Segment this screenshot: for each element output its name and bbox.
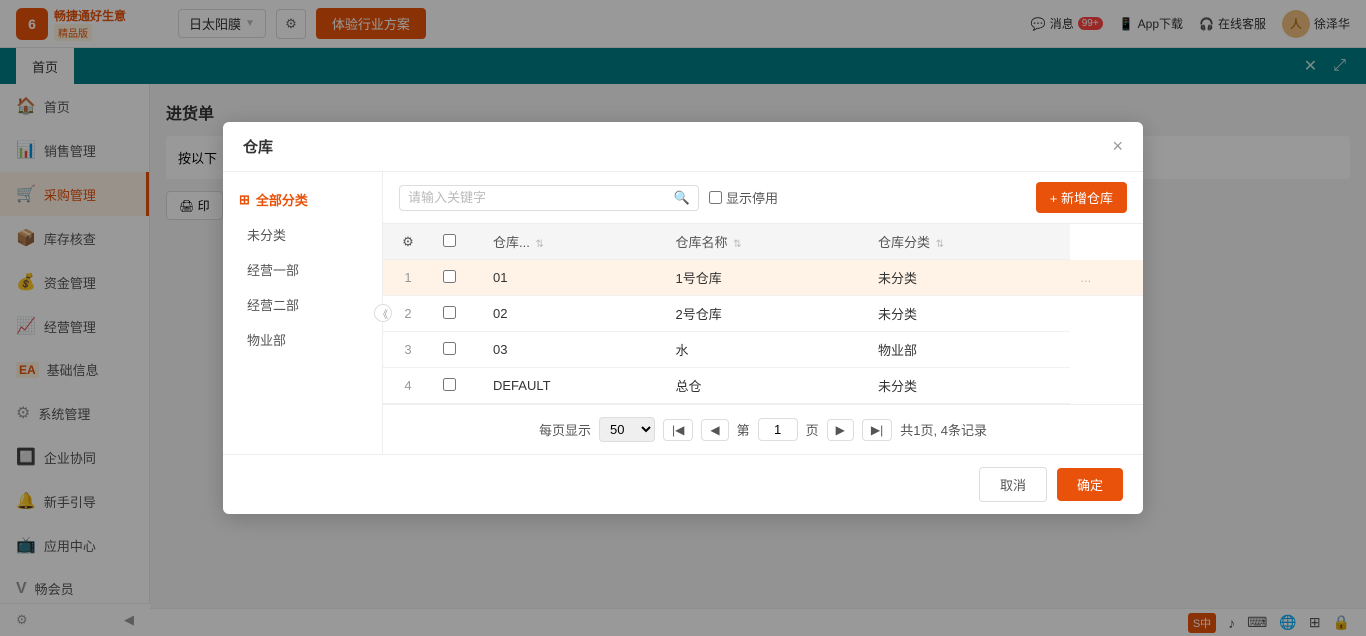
- table-row[interactable]: 1 011号仓库未分类...: [383, 260, 1143, 296]
- table-row[interactable]: 4 DEFAULT总仓未分类: [383, 368, 1143, 404]
- row-checkbox-cell: [433, 260, 483, 296]
- category-item-property[interactable]: 物业部: [223, 322, 382, 357]
- row-checkbox[interactable]: [443, 342, 456, 355]
- category-all-label: 全部分类: [256, 190, 308, 209]
- row-category: 物业部: [868, 332, 1070, 368]
- confirm-button[interactable]: 确定: [1057, 468, 1123, 501]
- total-info: 共1页, 4条记录: [900, 420, 987, 439]
- row-number: 3: [383, 332, 433, 368]
- col-settings: ⚙: [383, 224, 433, 260]
- category-item-ops1[interactable]: 经营一部: [223, 252, 382, 287]
- modal-header: 仓库 ×: [223, 122, 1143, 172]
- col-checkbox: [433, 224, 483, 260]
- search-icon[interactable]: 🔍: [674, 190, 690, 206]
- per-page-label: 每页显示: [539, 420, 591, 439]
- page-number-input[interactable]: [758, 418, 798, 441]
- col-category: 仓库分类 ⇅: [868, 224, 1070, 260]
- modal-footer: 取消 确定: [223, 454, 1143, 514]
- show-disabled-group: 显示停用: [709, 188, 778, 207]
- row-more[interactable]: ...: [1070, 260, 1143, 296]
- col-code: 仓库... ⇅: [483, 224, 666, 260]
- cancel-button[interactable]: 取消: [979, 467, 1047, 502]
- category-collapse-button[interactable]: 《: [374, 304, 392, 322]
- modal-title: 仓库: [243, 136, 273, 157]
- row-checkbox[interactable]: [443, 270, 456, 283]
- row-name: 1号仓库: [666, 260, 868, 296]
- modal-overlay: 仓库 × ⊞ 全部分类 《 未分类 经营一部 经营二部: [0, 0, 1366, 636]
- row-category: 未分类: [868, 296, 1070, 332]
- warehouse-table: ⚙ 仓库... ⇅ 仓库名称: [383, 224, 1143, 404]
- new-warehouse-button[interactable]: + 新增仓库: [1036, 182, 1127, 213]
- row-name: 水: [666, 332, 868, 368]
- search-input[interactable]: [408, 190, 670, 205]
- content-panel: 🔍 显示停用 + 新增仓库: [383, 172, 1143, 454]
- last-page-button[interactable]: ▶|: [862, 419, 892, 441]
- settings-icon: ⚙: [402, 234, 414, 249]
- row-number: 1: [383, 260, 433, 296]
- col-name: 仓库名称 ⇅: [666, 224, 868, 260]
- row-checkbox-cell: [433, 368, 483, 404]
- row-category: 未分类: [868, 260, 1070, 296]
- table-body: 1011号仓库未分类...2022号仓库未分类303水物业部4DEFAULT总仓…: [383, 260, 1143, 404]
- category-panel: ⊞ 全部分类 《 未分类 经营一部 经营二部 物业部: [223, 172, 383, 454]
- row-name: 总仓: [666, 368, 868, 404]
- sort-name-icon: ⇅: [733, 239, 741, 250]
- sort-category-icon: ⇅: [936, 239, 944, 250]
- row-name: 2号仓库: [666, 296, 868, 332]
- sort-code-icon: ⇅: [535, 239, 543, 250]
- row-checkbox-cell: [433, 332, 483, 368]
- row-checkbox-cell: [433, 296, 483, 332]
- per-page-select[interactable]: 50 10 20 100: [599, 417, 655, 442]
- page-label: 第: [737, 420, 750, 439]
- row-checkbox[interactable]: [443, 378, 456, 391]
- show-disabled-label: 显示停用: [726, 188, 778, 207]
- table-row[interactable]: 3 03水物业部: [383, 332, 1143, 368]
- modal-body: ⊞ 全部分类 《 未分类 经营一部 经营二部 物业部: [223, 172, 1143, 454]
- category-item-unclassified[interactable]: 未分类: [223, 217, 382, 252]
- table-header: ⚙ 仓库... ⇅ 仓库名称: [383, 224, 1143, 260]
- category-all[interactable]: ⊞ 全部分类: [223, 182, 382, 217]
- table-row[interactable]: 2022号仓库未分类: [383, 296, 1143, 332]
- show-disabled-checkbox[interactable]: [709, 191, 722, 204]
- modal-close-button[interactable]: ×: [1112, 136, 1123, 157]
- content-toolbar: 🔍 显示停用 + 新增仓库: [383, 172, 1143, 224]
- warehouse-modal: 仓库 × ⊞ 全部分类 《 未分类 经营一部 经营二部: [223, 122, 1143, 514]
- row-code: 02: [483, 296, 666, 332]
- page-suffix: 页: [806, 420, 819, 439]
- row-code: 01: [483, 260, 666, 296]
- grid-icon: ⊞: [239, 192, 250, 208]
- first-page-button[interactable]: |◀: [663, 419, 693, 441]
- select-all-checkbox[interactable]: [443, 234, 456, 247]
- row-code: DEFAULT: [483, 368, 666, 404]
- row-category: 未分类: [868, 368, 1070, 404]
- row-checkbox[interactable]: [443, 306, 456, 319]
- category-item-ops2[interactable]: 经营二部: [223, 287, 382, 322]
- row-code: 03: [483, 332, 666, 368]
- next-page-button[interactable]: ▶: [827, 419, 854, 441]
- prev-page-button[interactable]: ◀: [701, 419, 728, 441]
- pagination: 每页显示 50 10 20 100 |◀ ◀ 第 页 ▶ ▶| 共1页, 4条记…: [383, 404, 1143, 454]
- search-box[interactable]: 🔍: [399, 185, 699, 211]
- row-number: 4: [383, 368, 433, 404]
